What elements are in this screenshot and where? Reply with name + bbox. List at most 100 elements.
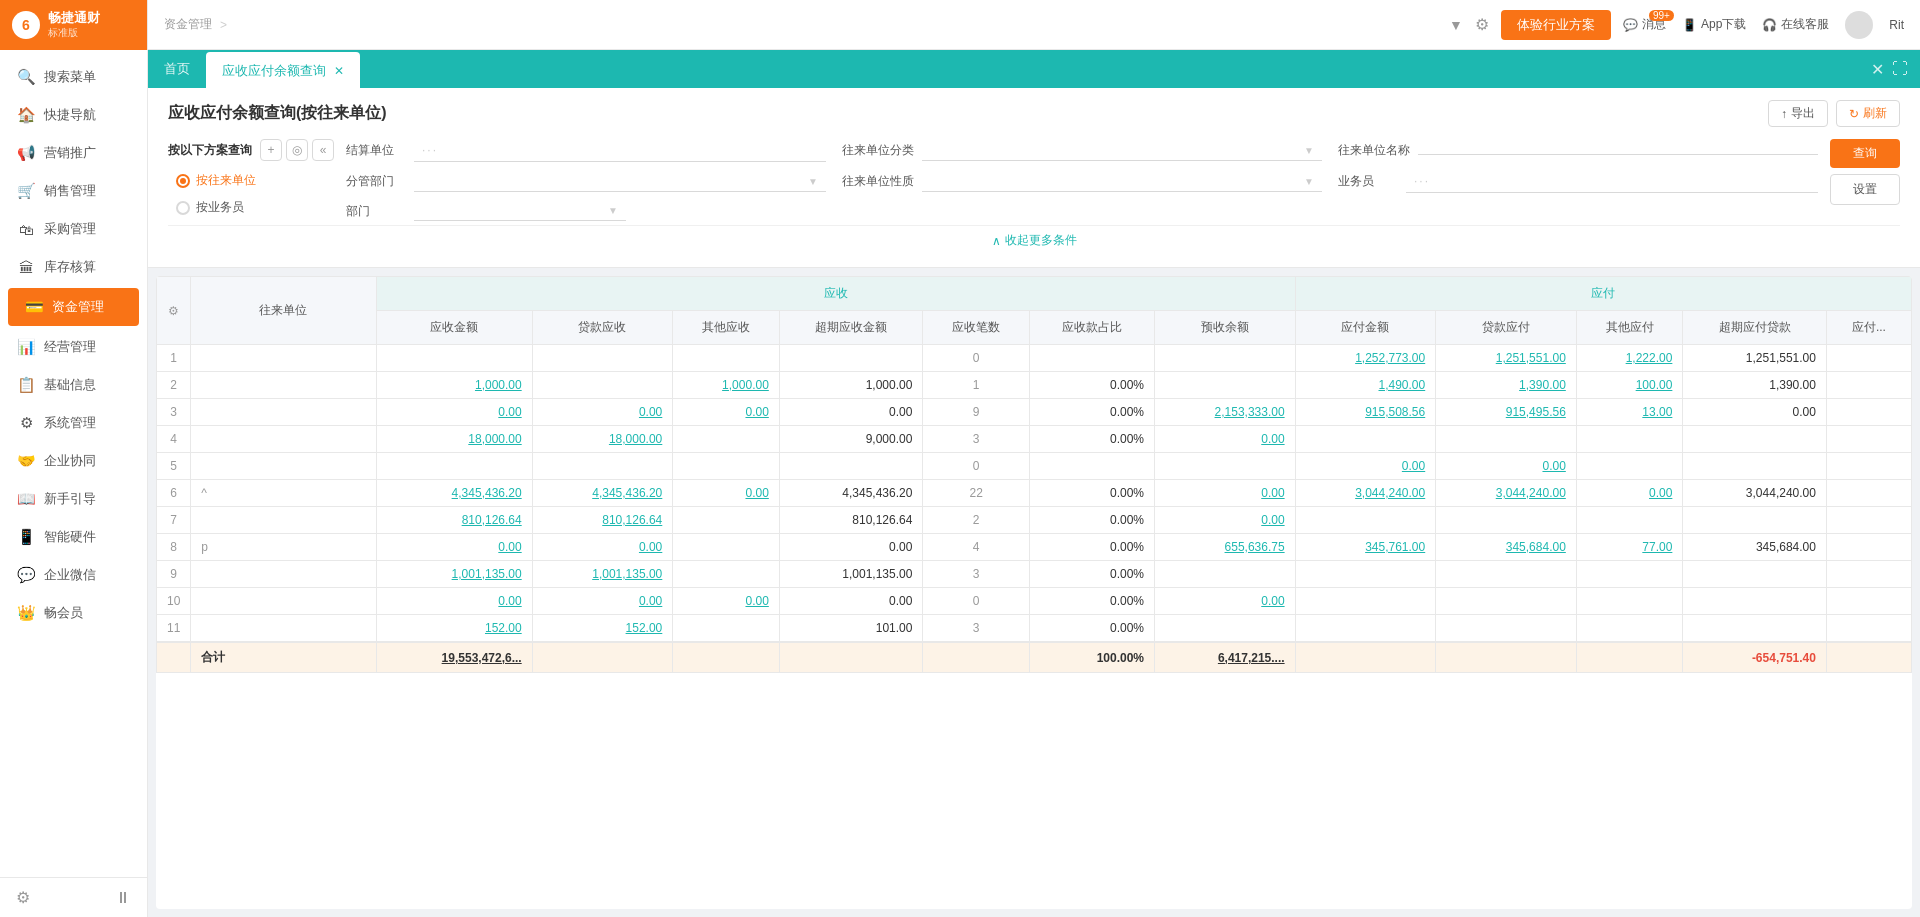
input-jsdw[interactable]: ··· — [414, 139, 826, 162]
sidebar-item-7[interactable]: 📊 经营管理 — [0, 328, 147, 366]
cell-dkys[interactable]: 4,345,436.20 — [532, 480, 673, 507]
sidebar-item-3[interactable]: 🛒 销售管理 — [0, 172, 147, 210]
cell-partner — [191, 588, 376, 615]
sidebar-item-1[interactable]: 🏠 快捷导航 — [0, 96, 147, 134]
sidebar-item-13[interactable]: 💬 企业微信 — [0, 556, 147, 594]
cell-yfje[interactable]: 915,508.56 — [1295, 399, 1436, 426]
input-bm[interactable]: ▼ — [414, 201, 626, 221]
cell-qtyf[interactable]: 77.00 — [1576, 534, 1683, 561]
sidebar-item-8[interactable]: 📋 基础信息 — [0, 366, 147, 404]
cell-ysje[interactable]: 0.00 — [376, 534, 532, 561]
collapse-bar[interactable]: ∧ 收起更多条件 — [168, 225, 1900, 255]
cell-dkys[interactable]: 18,000.00 — [532, 426, 673, 453]
input-fgbm[interactable]: ▼ — [414, 172, 826, 192]
refresh-btn[interactable]: ↻ 刷新 — [1836, 100, 1900, 127]
input-lwdwfl[interactable]: ▼ — [922, 141, 1322, 161]
cell-ysje[interactable]: 810,126.64 — [376, 507, 532, 534]
cell-dkys[interactable]: 1,001,135.00 — [532, 561, 673, 588]
cell-yfje[interactable]: 1,252,773.00 — [1295, 345, 1436, 372]
query-btn[interactable]: 查询 — [1830, 139, 1900, 168]
cell-ysyue[interactable]: 2,153,333.00 — [1155, 399, 1296, 426]
cell-ysje[interactable]: 152.00 — [376, 615, 532, 643]
topbar-dropdown-icon[interactable]: ▼ — [1449, 17, 1463, 33]
cell-qtys[interactable]: 0.00 — [673, 480, 780, 507]
input-lwdwxz[interactable]: ▼ — [922, 172, 1322, 192]
download-btn[interactable]: 📱 App下载 — [1682, 16, 1746, 33]
settings-footer-icon[interactable]: ⚙ — [16, 888, 30, 907]
cell-yfje[interactable]: 345,761.00 — [1295, 534, 1436, 561]
cell-qtyf[interactable]: 13.00 — [1576, 399, 1683, 426]
input-lwdwmc[interactable] — [1418, 146, 1818, 155]
cell-dkys[interactable]: 0.00 — [532, 534, 673, 561]
cell-ysje[interactable]: 18,000.00 — [376, 426, 532, 453]
sidebar-label-2: 营销推广 — [44, 144, 96, 162]
sidebar-item-6[interactable]: 💳 资金管理 — [8, 288, 139, 326]
scheme-btn[interactable]: 体验行业方案 — [1501, 10, 1611, 40]
footer-ysyue[interactable]: 6,417,215.... — [1155, 642, 1296, 673]
table-wrapper[interactable]: ⚙ 往来单位 应收 应付 应收金额 贷款应收 其他应收 超期应收金额 应收笔数 — [156, 276, 1912, 909]
cell-dkyf[interactable]: 345,684.00 — [1436, 534, 1577, 561]
cell-qtyf[interactable]: 100.00 — [1576, 372, 1683, 399]
cell-dkys[interactable]: 810,126.64 — [532, 507, 673, 534]
option-by-salesman[interactable]: 按业务员 — [176, 196, 334, 219]
cell-yfje[interactable]: 3,044,240.00 — [1295, 480, 1436, 507]
cell-dkys[interactable]: 0.00 — [532, 399, 673, 426]
sidebar-item-12[interactable]: 📱 智能硬件 — [0, 518, 147, 556]
sidebar-item-5[interactable]: 🏛 库存核算 — [0, 248, 147, 286]
tabbar-expand-icon[interactable]: ⛶ — [1892, 60, 1908, 78]
cell-yfje[interactable]: 0.00 — [1295, 453, 1436, 480]
tab-home[interactable]: 首页 — [148, 50, 206, 88]
sidebar-item-0[interactable]: 🔍 搜索菜单 — [0, 58, 147, 96]
cell-yfje[interactable]: 1,490.00 — [1295, 372, 1436, 399]
cell-qtyf[interactable]: 1,222.00 — [1576, 345, 1683, 372]
footer-ysje[interactable]: 19,553,472,6... — [376, 642, 532, 673]
cell-dkyf[interactable]: 3,044,240.00 — [1436, 480, 1577, 507]
sidebar-item-14[interactable]: 👑 畅会员 — [0, 594, 147, 632]
sidebar-item-9[interactable]: ⚙ 系统管理 — [0, 404, 147, 442]
tab-receivable[interactable]: 应收应付余额查询 ✕ — [206, 52, 360, 90]
set-btn[interactable]: 设置 — [1830, 174, 1900, 205]
collapse-sidebar-icon[interactable]: ⏸ — [115, 889, 131, 907]
cell-ysyue[interactable]: 0.00 — [1155, 507, 1296, 534]
tabbar-close-icon[interactable]: ✕ — [1871, 60, 1884, 79]
sidebar-item-4[interactable]: 🛍 采购管理 — [0, 210, 147, 248]
cell-ysyue[interactable]: 0.00 — [1155, 588, 1296, 615]
sidebar-item-11[interactable]: 📖 新手引导 — [0, 480, 147, 518]
cell-dkyf[interactable]: 1,390.00 — [1436, 372, 1577, 399]
cell-dkys[interactable]: 0.00 — [532, 588, 673, 615]
cell-dkyf[interactable]: 1,251,551.00 — [1436, 345, 1577, 372]
cell-qtys — [673, 426, 780, 453]
message-btn[interactable]: 💬 消息 99+ — [1623, 16, 1666, 33]
cell-ysje[interactable]: 0.00 — [376, 588, 532, 615]
scheme-add-btn[interactable]: + — [260, 139, 282, 161]
cell-dkyf[interactable]: 0.00 — [1436, 453, 1577, 480]
scheme-collapse-btn[interactable]: « — [312, 139, 334, 161]
cell-ysyue[interactable]: 0.00 — [1155, 426, 1296, 453]
scheme-edit-btn[interactable]: ◎ — [286, 139, 308, 161]
export-btn[interactable]: ↑ 导出 — [1768, 100, 1828, 127]
cell-qtyf[interactable]: 0.00 — [1576, 480, 1683, 507]
cell-ysje[interactable]: 1,001,135.00 — [376, 561, 532, 588]
cell-ysje[interactable]: 0.00 — [376, 399, 532, 426]
cell-ysje — [376, 345, 532, 372]
sidebar-item-10[interactable]: 🤝 企业协同 — [0, 442, 147, 480]
cell-ysje[interactable]: 4,345,436.20 — [376, 480, 532, 507]
cell-qtys[interactable]: 0.00 — [673, 588, 780, 615]
cell-ysyue[interactable]: 0.00 — [1155, 480, 1296, 507]
cell-cqysje: 0.00 — [779, 534, 923, 561]
th-settings[interactable]: ⚙ — [157, 277, 191, 345]
cell-qtys[interactable]: 0.00 — [673, 399, 780, 426]
option-by-partner[interactable]: 按往来单位 — [176, 169, 334, 192]
tab-close-icon[interactable]: ✕ — [334, 64, 344, 78]
cell-dkys[interactable]: 152.00 — [532, 615, 673, 643]
sidebar-item-2[interactable]: 📢 营销推广 — [0, 134, 147, 172]
input-ywy[interactable]: ··· — [1406, 170, 1818, 193]
cell-ysje[interactable]: 1,000.00 — [376, 372, 532, 399]
table-settings-icon[interactable]: ⚙ — [168, 304, 179, 318]
cell-dkyf[interactable]: 915,495.56 — [1436, 399, 1577, 426]
cell-yf-ext — [1826, 345, 1911, 372]
topbar-gear-icon[interactable]: ⚙ — [1475, 15, 1489, 34]
cell-ysyue[interactable]: 655,636.75 — [1155, 534, 1296, 561]
service-btn[interactable]: 🎧 在线客服 — [1762, 16, 1829, 33]
cell-qtys[interactable]: 1,000.00 — [673, 372, 780, 399]
